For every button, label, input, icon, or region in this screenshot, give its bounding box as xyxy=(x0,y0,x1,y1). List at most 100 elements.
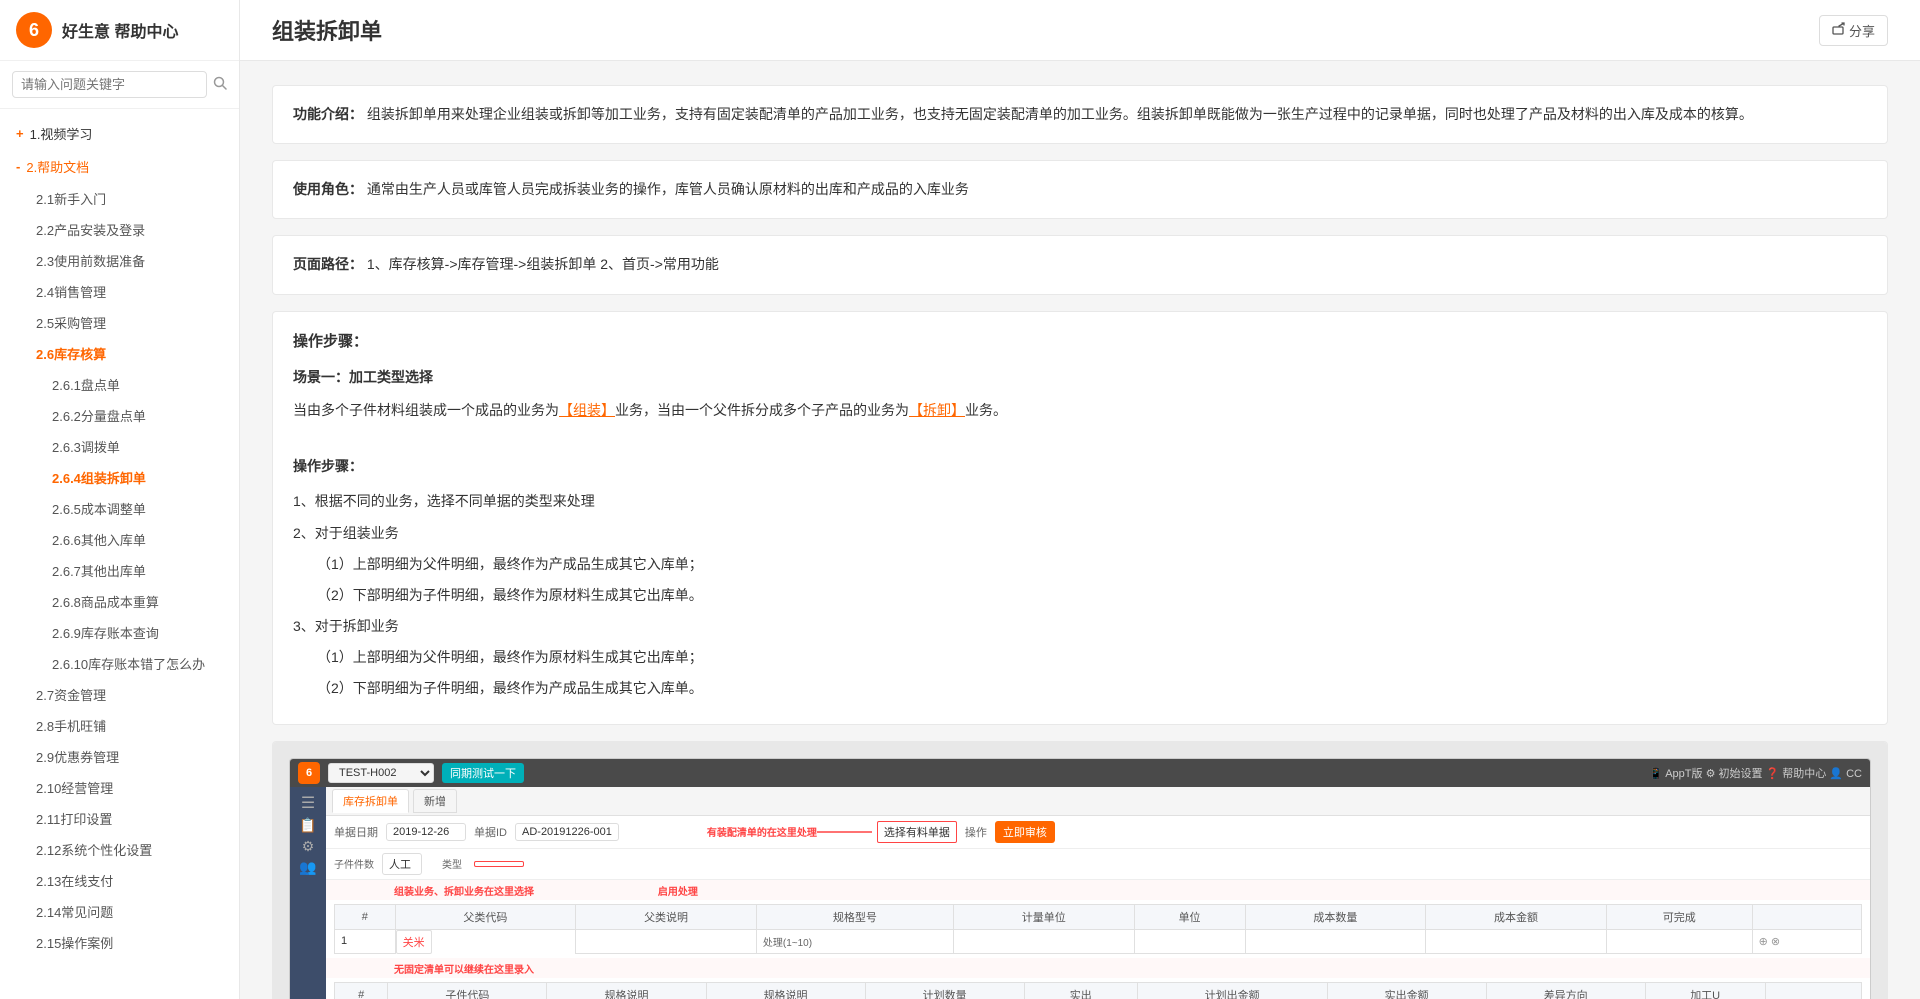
op-steps-block: 操作步骤： 场景一：加工类型选择 当由多个子件材料组装成一个成品的业务为【组装】… xyxy=(272,311,1888,725)
sidebar-item-other-outbound[interactable]: 2.6.7其他出库单 xyxy=(0,555,239,586)
share-label: 分享 xyxy=(1849,21,1875,40)
role-block: 使用角色： 通常由生产人员或库管人员完成拆装业务的操作，库管人员确认原材料的出库… xyxy=(272,160,1888,219)
role-text: 通常由生产人员或库管人员完成拆装业务的操作，库管人员确认原材料的出库和产成品的入… xyxy=(367,181,969,197)
mock-period-btn[interactable]: 同期测试一下 xyxy=(442,763,524,783)
step2-1-text: （1）上部明细为父件明细，最终作为产成品生成其它入库单； xyxy=(317,552,1867,577)
path-block: 页面路径： 1、库存核算->库存管理->组装拆卸单 2、首页->常用功能 xyxy=(272,235,1888,294)
nav-tree: + 1.视频学习 - 2.帮助文档 2.1新手入门 2.2产品安装及登录 2.3… xyxy=(0,109,239,999)
sidebar-item-assembly-disassembly[interactable]: 2.6.4组装拆卸单 xyxy=(0,462,239,493)
annotation-enable: 启用处理 xyxy=(658,887,698,898)
mock-type-select-label: 类型 xyxy=(442,856,462,871)
nav-section-1: + 1.视频学习 xyxy=(0,117,239,150)
sidebar-item-faq[interactable]: 2.14常见问题 xyxy=(0,896,239,927)
mock-left-icon-1[interactable]: ☰ xyxy=(301,793,315,813)
content-area: 功能介绍： 组装拆卸单用来处理企业组装或拆卸等加工业务，支持有固定装配清单的产品… xyxy=(240,61,1920,999)
scenario1-title: 场景一：加工类型选择 xyxy=(293,365,1867,390)
collapse-icon: - xyxy=(16,159,20,174)
mock-child-table: # 子件代码 规格说明 规格说明 计划数量 实出 计划出金额 实 xyxy=(334,982,1862,999)
sidebar-item-ops[interactable]: 2.10经营管理 xyxy=(0,772,239,803)
sidebar-item-stocktake[interactable]: 2.6.1盘点单 xyxy=(0,369,239,400)
nav-sub-items: 2.1新手入门 2.2产品安装及登录 2.3使用前数据准备 2.4销售管理 2.… xyxy=(0,183,239,958)
op-steps-title: 操作步骤： xyxy=(293,328,1867,355)
mock-bom-field[interactable]: 选择有料单据 xyxy=(877,821,957,843)
step3-2-text: （2）下部明细为子件明细，最终作为产成品生成其它入库单。 xyxy=(317,676,1867,701)
role-label: 使用角色： xyxy=(293,181,363,197)
sidebar-item-sales[interactable]: 2.4销售管理 xyxy=(0,276,239,307)
sidebar-item-partial-stocktake[interactable]: 2.6.2分量盘点单 xyxy=(0,400,239,431)
mock-type-field[interactable] xyxy=(474,861,524,867)
scenario1-desc: 当由多个子件材料组装成一个成品的业务为【组装】业务，当由一个父件拆分成多个子产品… xyxy=(293,398,1867,423)
mock-company-select[interactable]: TEST-H002 xyxy=(328,763,434,783)
sidebar-item-install-login[interactable]: 2.2产品安装及登录 xyxy=(0,214,239,245)
sidebar-item-coupon[interactable]: 2.9优惠券管理 xyxy=(0,741,239,772)
nav-level3-items: 2.6.1盘点单 2.6.2分量盘点单 2.6.3调拨单 2.6.4组装拆卸单 … xyxy=(0,369,239,679)
sidebar-item-help-docs[interactable]: - 2.帮助文档 xyxy=(0,150,239,183)
sidebar-item-purchase[interactable]: 2.5采购管理 xyxy=(0,307,239,338)
assembly-term: 【组装】 xyxy=(559,402,615,418)
mock-screen: 6 TEST-H002 同期测试一下 📱 AppT版 ⚙ 初始设置 ❓ 帮助中心… xyxy=(289,758,1871,999)
search-input[interactable] xyxy=(12,71,207,98)
mock-confirm-btn[interactable]: 立即审核 xyxy=(995,821,1055,843)
annotation-no-bom: 无固定清单可以继续在这里录入 xyxy=(394,965,534,976)
sidebar-item-other-inbound[interactable]: 2.6.6其他入库单 xyxy=(0,524,239,555)
mock-row-actions[interactable]: ⊕ ⊗ xyxy=(1759,936,1781,948)
mock-id-field[interactable]: AD-20191226-001 xyxy=(515,823,619,841)
op-steps2-title: 操作步骤： xyxy=(293,454,1867,479)
sidebar-item-new-user[interactable]: 2.1新手入门 xyxy=(0,183,239,214)
sidebar-item-video-learning[interactable]: + 1.视频学习 xyxy=(0,117,239,150)
sidebar-item-transfer[interactable]: 2.6.3调拨单 xyxy=(0,431,239,462)
step3-text: 3、对于拆卸业务 xyxy=(293,614,1867,639)
share-button[interactable]: 分享 xyxy=(1819,15,1888,46)
path-text: 1、库存核算->库存管理->组装拆卸单 2、首页->常用功能 xyxy=(367,256,719,272)
site-title: 好生意 帮助中心 xyxy=(62,18,178,42)
annotation-bom: 有装配清单的在这里处理 xyxy=(707,824,817,839)
mock-parent-table: # 父类代码 父类说明 规格型号 计量单位 单位 成本数量 成本 xyxy=(334,904,1862,955)
path-label: 页面路径： xyxy=(293,256,363,272)
annotation-assembly-type: 组装业务、拆卸业务在这里选择 xyxy=(394,887,534,898)
disassembly-term: 【拆卸】 xyxy=(909,402,965,418)
mock-left-icon-4[interactable]: 👥 xyxy=(299,859,316,876)
logo-icon: 6 xyxy=(16,12,52,48)
sidebar-item-inventory[interactable]: 2.6库存核算 xyxy=(0,338,239,369)
sidebar-item-data-prep[interactable]: 2.3使用前数据准备 xyxy=(0,245,239,276)
step1-text: 1、根据不同的业务，选择不同单据的类型来处理 xyxy=(293,489,1867,514)
main-content: 组装拆卸单 分享 功能介绍： 组装拆卸单用来处理企业组装或拆卸等加工业务，支持有… xyxy=(240,0,1920,999)
mock-date-label: 单据日期 xyxy=(334,824,378,840)
nav-section-2: - 2.帮助文档 2.1新手入门 2.2产品安装及登录 2.3使用前数据准备 2… xyxy=(0,150,239,958)
sidebar: 6 好生意 帮助中心 + 1.视频学习 - 2.帮助文档 xyxy=(0,0,240,999)
feature-intro-label: 功能介绍： xyxy=(293,106,363,122)
mock-tab-assembly[interactable]: 库存拆卸单 xyxy=(332,789,409,813)
sidebar-item-finance[interactable]: 2.7资金管理 xyxy=(0,679,239,710)
search-button[interactable] xyxy=(213,76,227,93)
sidebar-item-inventory-ledger[interactable]: 2.6.9库存账本查询 xyxy=(0,617,239,648)
sidebar-item-customization[interactable]: 2.12系统个性化设置 xyxy=(0,834,239,865)
sidebar-item-label: 2.帮助文档 xyxy=(26,157,89,176)
mock-left-icon-3[interactable]: ⚙ xyxy=(302,838,315,855)
step2-2-text: （2）下部明细为子件明细，最终作为原材料生成其它出库单。 xyxy=(317,583,1867,608)
mock-date-field[interactable]: 2019-12-26 xyxy=(386,823,466,841)
sidebar-item-online-pay[interactable]: 2.13在线支付 xyxy=(0,865,239,896)
sidebar-item-cost-adjust[interactable]: 2.6.5成本调整单 xyxy=(0,493,239,524)
sidebar-item-mobile[interactable]: 2.8手机旺铺 xyxy=(0,710,239,741)
mock-tab-new[interactable]: 新增 xyxy=(413,789,457,813)
main-header: 组装拆卸单 分享 xyxy=(240,0,1920,61)
page-title: 组装拆卸单 xyxy=(272,14,382,46)
expand-icon: + xyxy=(16,126,24,141)
mock-sub-count[interactable]: 人工 xyxy=(382,853,422,875)
mock-topbar-icons: 📱 AppT版 ⚙ 初始设置 ❓ 帮助中心 👤 CC xyxy=(1649,765,1862,781)
sidebar-header: 6 好生意 帮助中心 xyxy=(0,0,239,61)
mock-id-label: 单据ID xyxy=(474,824,507,840)
table-row: 1 关米 处理(1~10) xyxy=(335,929,1862,954)
sidebar-item-inventory-error[interactable]: 2.6.10库存账本错了怎么办 xyxy=(0,648,239,679)
sidebar-item-cost-recalc[interactable]: 2.6.8商品成本重算 xyxy=(0,586,239,617)
mock-left-icon-2[interactable]: 📋 xyxy=(299,817,316,834)
mock-type-label: 操作 xyxy=(965,824,987,840)
sidebar-item-cases[interactable]: 2.15操作案例 xyxy=(0,927,239,958)
sidebar-item-print[interactable]: 2.11打印设置 xyxy=(0,803,239,834)
step3-1-text: （1）上部明细为父件明细，最终作为原材料生成其它出库单； xyxy=(317,645,1867,670)
mock-logo: 6 xyxy=(298,762,320,784)
share-icon xyxy=(1832,22,1845,38)
feature-intro-text: 组装拆卸单用来处理企业组装或拆卸等加工业务，支持有固定装配清单的产品加工业务，也… xyxy=(367,106,1753,122)
search-box xyxy=(0,61,239,109)
sidebar-item-label: 1.视频学习 xyxy=(30,124,93,143)
